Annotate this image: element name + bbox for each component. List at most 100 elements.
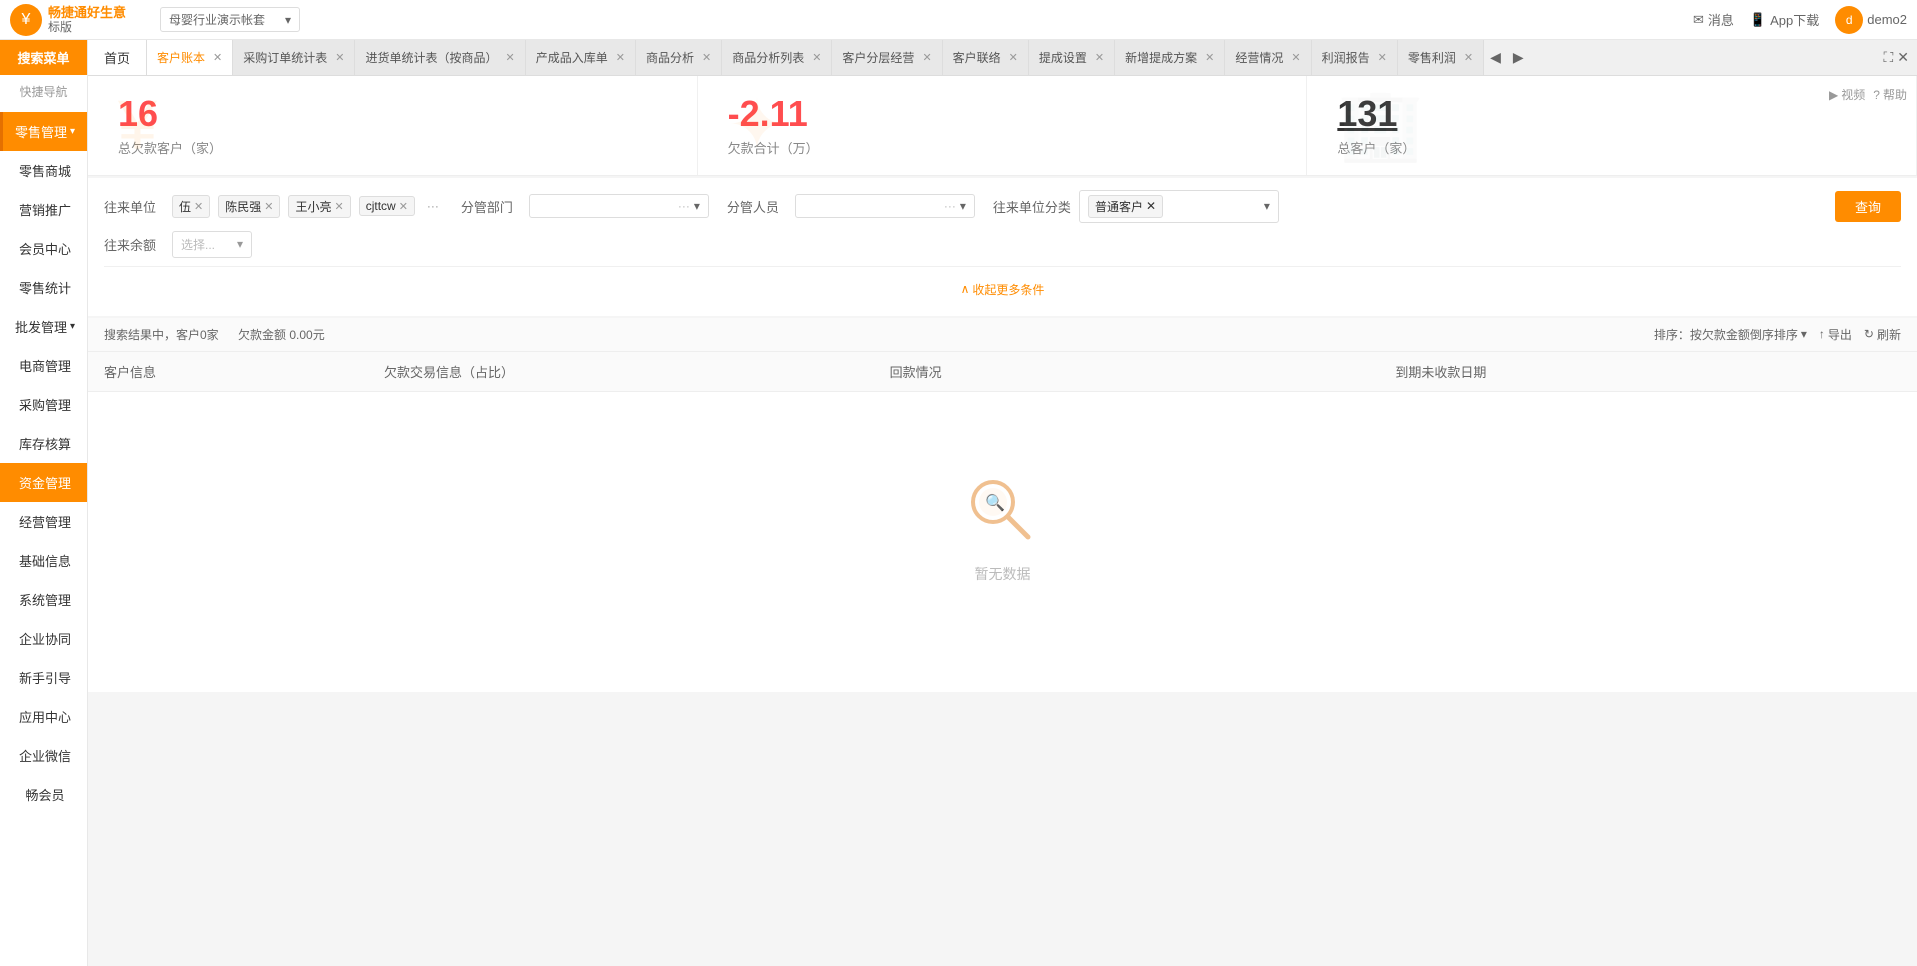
- tab-close-icon[interactable]: ✕: [1205, 51, 1214, 64]
- unit-tag-0[interactable]: 伍 ✕: [172, 195, 210, 218]
- amount-select[interactable]: 选择... ▾: [172, 231, 252, 258]
- query-button[interactable]: 查询: [1835, 191, 1901, 222]
- tab-new-commission[interactable]: 新增提成方案 ✕: [1115, 40, 1225, 75]
- app-download-button[interactable]: 📱 App下载: [1750, 10, 1819, 29]
- tab-retail-profit[interactable]: 零售利润 ✕: [1398, 40, 1484, 75]
- sidebar-item-enterprise-wechat[interactable]: 企业微信: [0, 736, 87, 775]
- sidebar-item-inventory[interactable]: 库存核算: [0, 424, 87, 463]
- tab-customer-account[interactable]: 客户账本 ✕: [147, 40, 233, 75]
- help-icon: ?: [1873, 88, 1880, 102]
- content-area: 首页 客户账本 ✕ 采购订单统计表 ✕ 进货单统计表（按商品） ✕ 产成品入库单…: [88, 40, 1917, 966]
- tab-next-button[interactable]: ▶: [1507, 40, 1530, 75]
- tab-expand-button[interactable]: ⛶ ✕: [1875, 40, 1917, 75]
- unit-type-select[interactable]: 普通客户 ✕ ▾: [1079, 190, 1279, 223]
- main-container: 搜索菜单 快捷导航 零售管理 ▾ 零售商城 营销推广 会员中心 零售统计 批发管…: [0, 40, 1917, 966]
- remove-tag-1[interactable]: ✕: [264, 200, 273, 213]
- tab-close-icon[interactable]: ✕: [335, 51, 344, 64]
- tab-commission-settings[interactable]: 提成设置 ✕: [1029, 40, 1115, 75]
- sidebar-item-ecommerce[interactable]: 电商管理: [0, 346, 87, 385]
- quick-nav[interactable]: 快捷导航: [0, 75, 87, 108]
- sidebar-item-apps[interactable]: 应用中心: [0, 697, 87, 736]
- more-tags-button[interactable]: ···: [423, 197, 443, 215]
- sidebar-item-basic-info[interactable]: 基础信息: [0, 541, 87, 580]
- tab-close-icon[interactable]: ✕: [1291, 51, 1300, 64]
- sidebar-item-collab[interactable]: 企业协同: [0, 619, 87, 658]
- mobile-icon: 📱: [1750, 12, 1766, 28]
- sidebar-item-marketing[interactable]: 营销推广: [0, 190, 87, 229]
- unit-label: 往来单位: [104, 197, 164, 216]
- export-button[interactable]: ↑ 导出: [1819, 326, 1852, 343]
- tab-close-icon[interactable]: ✕: [702, 51, 711, 64]
- dept-chevron-icon: ▾: [694, 199, 700, 213]
- customer-type-tag[interactable]: 普通客户 ✕: [1088, 195, 1163, 218]
- remove-tag-2[interactable]: ✕: [334, 200, 343, 213]
- tab-customer-contact[interactable]: 客户联络 ✕: [943, 40, 1029, 75]
- top-header: ¥ 畅捷通好生意 标版 母婴行业演示帐套 ▾ ✉ 消息 📱 App下载 d de…: [0, 0, 1917, 40]
- dept-select[interactable]: ··· ▾: [529, 194, 709, 218]
- tab-close-icon[interactable]: ✕: [1378, 51, 1387, 64]
- tab-close-icon[interactable]: ✕: [213, 51, 222, 64]
- tab-purchase-order-stats[interactable]: 采购订单统计表 ✕: [233, 40, 355, 75]
- sidebar-search[interactable]: 搜索菜单: [0, 40, 87, 75]
- remove-type-tag[interactable]: ✕: [1146, 199, 1156, 213]
- sidebar-item-member[interactable]: 会员中心: [0, 229, 87, 268]
- tab-inbound-stats[interactable]: 进货单统计表（按商品） ✕: [355, 40, 525, 75]
- sidebar-item-retail-stats[interactable]: 零售统计: [0, 268, 87, 307]
- sidebar-item-changhui[interactable]: 畅会员: [0, 775, 87, 814]
- refresh-icon: ↻: [1864, 327, 1874, 341]
- person-label: 分管人员: [727, 197, 787, 216]
- filter-row-1: 往来单位 伍 ✕ 陈民强 ✕ 王小亮 ✕ cjttcw: [104, 190, 1901, 223]
- tab-product-analysis-list[interactable]: 商品分析列表 ✕: [722, 40, 832, 75]
- tab-profit-report[interactable]: 利润报告 ✕: [1312, 40, 1398, 75]
- user-menu[interactable]: d demo2: [1835, 6, 1907, 34]
- tab-close-icon[interactable]: ✕: [812, 51, 821, 64]
- sidebar-item-retail-mall[interactable]: 零售商城: [0, 151, 87, 190]
- refresh-button[interactable]: ↻ 刷新: [1864, 326, 1901, 343]
- remove-tag-3[interactable]: ✕: [399, 200, 408, 213]
- tab-close-icon[interactable]: ✕: [616, 51, 625, 64]
- tab-operations[interactable]: 经营情况 ✕: [1225, 40, 1311, 75]
- header-right: ✉ 消息 📱 App下载 d demo2: [1693, 6, 1907, 34]
- collapse-row: ∧ 收起更多条件: [104, 266, 1901, 304]
- tab-production-inbound[interactable]: 产成品入库单 ✕: [526, 40, 636, 75]
- sort-icon: ▾: [1801, 327, 1807, 341]
- chevron-icon: ▾: [70, 126, 75, 137]
- help-button[interactable]: ? 帮助: [1873, 86, 1907, 103]
- message-button[interactable]: ✉ 消息: [1693, 10, 1734, 29]
- tab-close-icon[interactable]: ✕: [1464, 51, 1473, 64]
- remove-tag-0[interactable]: ✕: [194, 200, 203, 213]
- sidebar-item-finance[interactable]: 资金管理: [0, 463, 87, 502]
- person-select[interactable]: ··· ▾: [795, 194, 975, 218]
- sidebar-nav: 零售管理 ▾ 零售商城 营销推广 会员中心 零售统计 批发管理 ▾ 电商管理 采…: [0, 108, 87, 818]
- store-selector[interactable]: 母婴行业演示帐套 ▾: [160, 7, 300, 32]
- sort-button[interactable]: 排序：按欠款金额倒序排序 ▾: [1654, 326, 1807, 343]
- sidebar-item-operations[interactable]: 经营管理: [0, 502, 87, 541]
- sidebar-item-retail[interactable]: 零售管理 ▾: [0, 112, 87, 151]
- tab-product-analysis[interactable]: 商品分析 ✕: [636, 40, 722, 75]
- person-dots-icon: ···: [944, 199, 956, 213]
- stat-total-customers: 🏢 131 总客户（家）: [1307, 76, 1917, 175]
- sidebar-item-system[interactable]: 系统管理: [0, 580, 87, 619]
- collapse-button[interactable]: ∧ 收起更多条件: [949, 275, 1057, 304]
- sidebar-item-newbie[interactable]: 新手引导: [0, 658, 87, 697]
- tab-home[interactable]: 首页: [88, 40, 147, 75]
- unit-tag-3[interactable]: cjttcw ✕: [359, 196, 415, 216]
- tab-close-icon[interactable]: ✕: [922, 51, 931, 64]
- sidebar: 搜索菜单 快捷导航 零售管理 ▾ 零售商城 营销推广 会员中心 零售统计 批发管…: [0, 40, 88, 966]
- sort-label: 排序：按欠款金额倒序排序: [1654, 326, 1798, 343]
- tab-customer-tier[interactable]: 客户分层经营 ✕: [832, 40, 942, 75]
- sidebar-item-wholesale[interactable]: 批发管理 ▾: [0, 307, 87, 346]
- tab-close-icon[interactable]: ✕: [506, 51, 515, 64]
- tab-prev-button[interactable]: ◀: [1484, 40, 1507, 75]
- video-button[interactable]: ▶ 视频: [1829, 86, 1865, 103]
- message-icon: ✉: [1693, 12, 1704, 28]
- col-customer-info: 客户信息: [104, 362, 384, 381]
- unit-tag-2[interactable]: 王小亮 ✕: [288, 195, 350, 218]
- unit-tag-1[interactable]: 陈民强 ✕: [218, 195, 280, 218]
- sidebar-item-purchase[interactable]: 采购管理: [0, 385, 87, 424]
- play-icon: ▶: [1829, 88, 1838, 102]
- svg-text:🔍: 🔍: [985, 492, 1005, 512]
- tab-close-icon[interactable]: ✕: [1009, 51, 1018, 64]
- chevron-icon: ▾: [70, 321, 75, 332]
- tab-close-icon[interactable]: ✕: [1095, 51, 1104, 64]
